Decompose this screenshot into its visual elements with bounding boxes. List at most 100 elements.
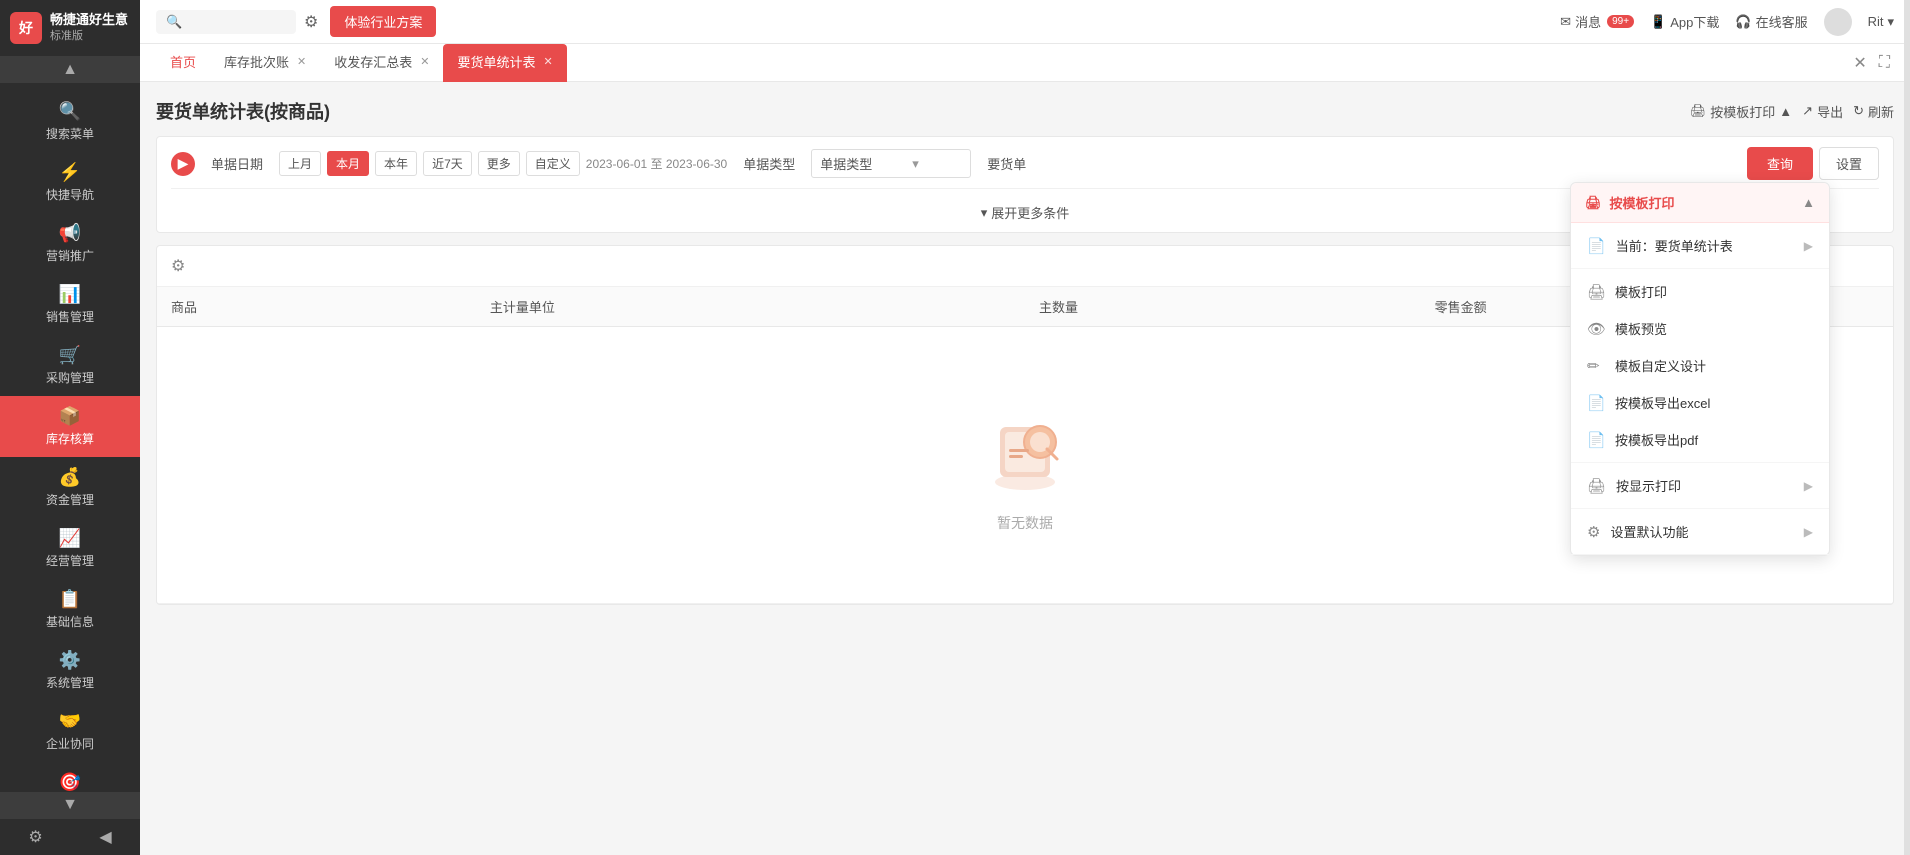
template-export-excel-item[interactable]: 📄 按模板导出excel bbox=[1571, 384, 1829, 421]
username-text: Rit bbox=[1868, 14, 1884, 29]
dropdown-collapse-icon[interactable]: ▲ bbox=[1802, 195, 1815, 210]
sidebar-item-purchase[interactable]: 🛒 采购管理 bbox=[0, 335, 140, 396]
config-icon[interactable]: ⚙ bbox=[304, 12, 318, 32]
sidebar-item-guide[interactable]: 🎯 新手引导 bbox=[0, 762, 140, 792]
sidebar-item-label: 企业协同 bbox=[46, 735, 94, 752]
sidebar-item-basic-info[interactable]: 📋 基础信息 bbox=[0, 579, 140, 640]
sidebar-footer: ⚙ ◀ bbox=[0, 818, 140, 855]
maximize-window-btn[interactable]: ⛶ bbox=[1875, 50, 1894, 76]
sidebar-scroll-down[interactable]: ▼ bbox=[0, 792, 140, 818]
purchase-icon: 🛒 bbox=[59, 345, 81, 366]
template-export-pdf-item[interactable]: 📄 按模板导出pdf bbox=[1571, 421, 1829, 458]
template-export-pdf-label: 按模板导出pdf bbox=[1615, 430, 1698, 449]
main-container: 🔍 ⚙ 体验行业方案 ✉ 消息 99+ 📱 App下载 🎧 在线客服 R bbox=[140, 0, 1910, 855]
chevron-up-icon: ▲ bbox=[1779, 104, 1792, 119]
display-print-item[interactable]: 🖨 按显示打印 ▶ bbox=[1571, 467, 1829, 504]
tab-label: 要货单统计表 bbox=[457, 52, 535, 71]
template-export-excel-label: 按模板导出excel bbox=[1615, 393, 1710, 412]
online-service-btn[interactable]: 🎧 在线客服 bbox=[1735, 12, 1807, 31]
print-icon: 🖨 bbox=[1690, 103, 1707, 119]
edition-label: 标准版 bbox=[50, 29, 128, 43]
basic-info-icon: 📋 bbox=[59, 589, 81, 610]
order-type-select[interactable]: 单据类型 ▾ bbox=[811, 149, 971, 178]
date-btn-more[interactable]: 更多 bbox=[478, 151, 520, 176]
refresh-btn[interactable]: ↻ 刷新 bbox=[1853, 102, 1894, 121]
query-button[interactable]: 查询 bbox=[1747, 147, 1813, 180]
set-default-icon: ⚙ bbox=[1587, 523, 1600, 541]
search-input[interactable] bbox=[188, 15, 288, 29]
sidebar-item-finance[interactable]: 💰 资金管理 bbox=[0, 457, 140, 518]
topbar: 🔍 ⚙ 体验行业方案 ✉ 消息 99+ 📱 App下载 🎧 在线客服 R bbox=[140, 0, 1910, 44]
system-icon: ⚙️ bbox=[59, 650, 81, 671]
tab-order-summary[interactable]: 要货单统计表 ✕ bbox=[443, 44, 566, 82]
sidebar-item-quicknav[interactable]: ⚡ 快捷导航 bbox=[0, 152, 140, 213]
tab-label: 库存批次账 bbox=[224, 52, 289, 71]
tab-inventory-batch[interactable]: 库存批次账 ✕ bbox=[210, 44, 320, 82]
quicknav-icon: ⚡ bbox=[59, 162, 81, 183]
search-icon: 🔍 bbox=[166, 14, 182, 30]
current-template-item[interactable]: 📄 当前：要货单统计表 ▶ bbox=[1571, 227, 1829, 264]
sidebar-item-sales[interactable]: 📊 销售管理 bbox=[0, 274, 140, 335]
sidebar-item-label: 营销推广 bbox=[46, 247, 94, 264]
sidebar-scroll-up[interactable]: ▲ bbox=[0, 57, 140, 83]
tab-home[interactable]: 首页 bbox=[156, 44, 210, 82]
finance-icon: 💰 bbox=[59, 467, 81, 488]
tab-collection-summary[interactable]: 收发存汇总表 ✕ bbox=[320, 44, 443, 82]
display-print-chevron: ▶ bbox=[1804, 479, 1813, 493]
search-box[interactable]: 🔍 bbox=[156, 10, 296, 34]
template-print-icon: 🖨 bbox=[1587, 283, 1605, 301]
print-template-btn[interactable]: 🖨 按模板打印 ▲ bbox=[1690, 102, 1792, 121]
tab-home-label: 首页 bbox=[170, 52, 196, 71]
sidebar-item-search[interactable]: 🔍 搜索菜单 bbox=[0, 91, 140, 152]
date-btn-7days[interactable]: 近7天 bbox=[423, 151, 472, 176]
expand-down-icon: ▾ bbox=[981, 205, 988, 221]
set-default-item[interactable]: ⚙ 设置默认功能 ▶ bbox=[1571, 513, 1829, 550]
app-download-btn[interactable]: 📱 App下载 bbox=[1650, 12, 1719, 31]
sidebar-item-label: 快捷导航 bbox=[46, 186, 94, 203]
table-settings-icon[interactable]: ⚙ bbox=[171, 256, 185, 276]
date-range-display: 2023-06-01 至 2023-06-30 bbox=[586, 155, 727, 172]
date-btn-this-month[interactable]: 本月 bbox=[327, 151, 369, 176]
template-design-item[interactable]: ✏ 模板自定义设计 bbox=[1571, 347, 1829, 384]
order-type-label: 单据类型 bbox=[743, 154, 795, 173]
date-btn-this-year[interactable]: 本年 bbox=[375, 151, 417, 176]
print-header-icon: 🖨 bbox=[1585, 195, 1602, 211]
template-design-icon: ✏ bbox=[1587, 357, 1605, 375]
username-display[interactable]: Rit ▾ bbox=[1868, 14, 1894, 30]
sidebar-item-label: 经营管理 bbox=[46, 552, 94, 569]
messages-btn[interactable]: ✉ 消息 99+ bbox=[1560, 12, 1634, 31]
filter-toggle-btn[interactable]: ▶ bbox=[171, 152, 195, 176]
tab-close-order[interactable]: ✕ bbox=[544, 55, 553, 68]
close-window-btn[interactable]: ✕ bbox=[1849, 49, 1870, 77]
template-preview-item[interactable]: 👁 模板预览 bbox=[1571, 310, 1829, 347]
date-btn-last-month[interactable]: 上月 bbox=[279, 151, 321, 176]
sidebar-item-marketing[interactable]: 📢 营销推广 bbox=[0, 213, 140, 274]
col-unit: 主计量单位 bbox=[476, 287, 1025, 327]
expand-more-btn[interactable]: ▾ 展开更多条件 bbox=[981, 203, 1070, 222]
sales-icon: 📊 bbox=[59, 284, 81, 305]
sidebar-item-system[interactable]: ⚙️ 系统管理 bbox=[0, 640, 140, 701]
tab-close-collection[interactable]: ✕ bbox=[420, 55, 429, 68]
current-template-section: 📄 当前：要货单统计表 ▶ bbox=[1571, 223, 1829, 269]
experience-button[interactable]: 体验行业方案 bbox=[330, 6, 436, 37]
sidebar-item-label: 库存核算 bbox=[46, 430, 94, 447]
inventory-icon: 📦 bbox=[59, 406, 81, 427]
settings-button[interactable]: 设置 bbox=[1819, 147, 1879, 180]
user-avatar[interactable] bbox=[1824, 8, 1852, 36]
settings-footer-icon[interactable]: ⚙ bbox=[28, 827, 42, 847]
sidebar-item-management[interactable]: 📈 经营管理 bbox=[0, 518, 140, 579]
sidebar-item-enterprise[interactable]: 🤝 企业协同 bbox=[0, 701, 140, 762]
date-selector: 上月 本月 本年 近7天 更多 自定义 2023-06-01 至 2023-06… bbox=[279, 151, 727, 176]
template-print-item[interactable]: 🖨 模板打印 bbox=[1571, 273, 1829, 310]
page-actions: 🖨 按模板打印 ▲ ↗ 导出 ↻ 刷新 bbox=[1690, 102, 1894, 121]
tab-close-inventory-batch[interactable]: ✕ bbox=[297, 55, 306, 68]
sidebar-logo: 好 畅捷通好生意 标准版 bbox=[0, 0, 140, 57]
collapse-icon[interactable]: ◀ bbox=[99, 827, 111, 847]
export-btn[interactable]: ↗ 导出 bbox=[1802, 102, 1843, 121]
date-btn-custom[interactable]: 自定义 bbox=[526, 151, 580, 176]
sidebar-item-inventory[interactable]: 📦 库存核算 bbox=[0, 396, 140, 457]
tabs-right-controls: ✕ ⛶ bbox=[1849, 49, 1894, 77]
sidebar-item-label: 采购管理 bbox=[46, 369, 94, 386]
resize-handle[interactable] bbox=[1904, 0, 1910, 855]
management-icon: 📈 bbox=[59, 528, 81, 549]
